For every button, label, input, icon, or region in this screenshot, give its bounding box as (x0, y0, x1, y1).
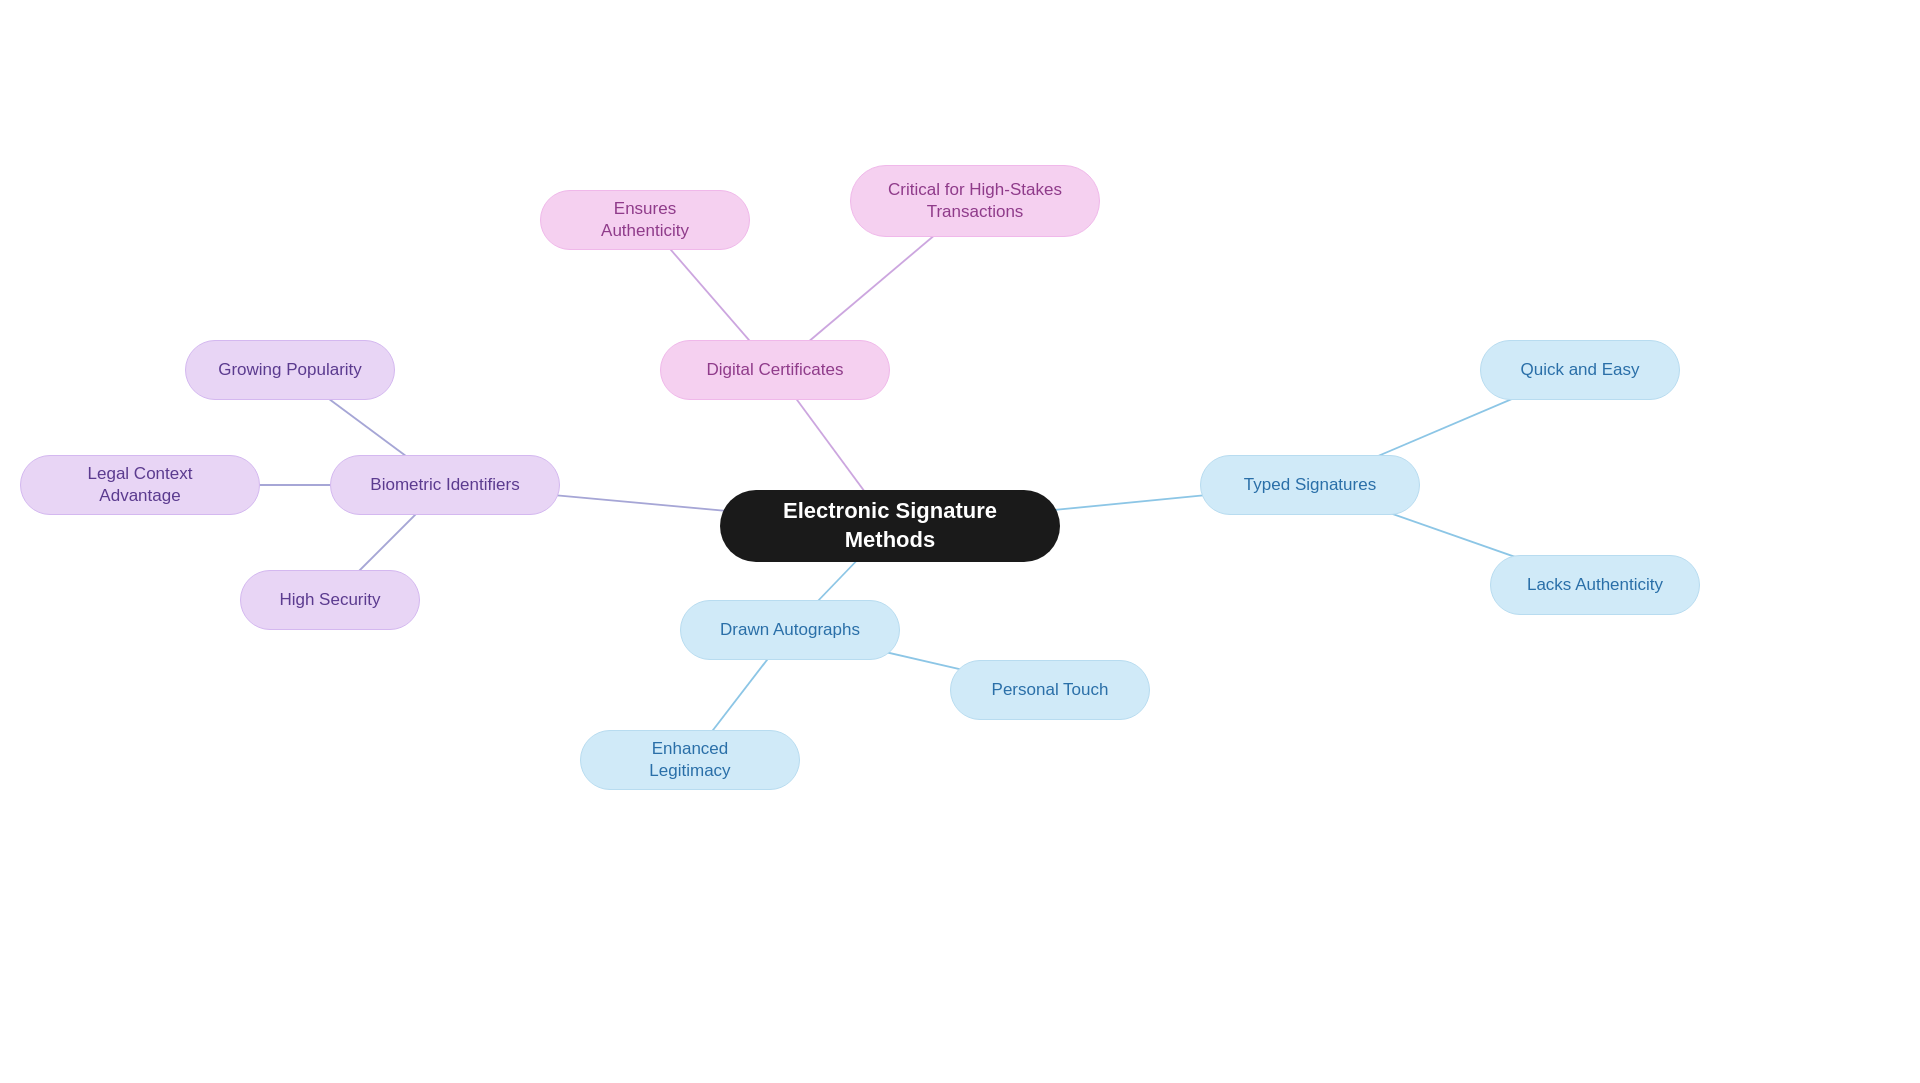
mindmap-node-quick_easy[interactable]: Quick and Easy (1480, 340, 1680, 400)
mindmap-node-personal_touch[interactable]: Personal Touch (950, 660, 1150, 720)
mindmap-node-ensures_authenticity[interactable]: Ensures Authenticity (540, 190, 750, 250)
mindmap-node-critical_transactions[interactable]: Critical for High-Stakes Transactions (850, 165, 1100, 237)
mindmap-node-lacks_authenticity[interactable]: Lacks Authenticity (1490, 555, 1700, 615)
mindmap-node-growing_popularity[interactable]: Growing Popularity (185, 340, 395, 400)
mindmap-node-center[interactable]: Electronic Signature Methods (720, 490, 1060, 562)
mindmap-node-high_security[interactable]: High Security (240, 570, 420, 630)
mindmap-node-biometric_identifiers[interactable]: Biometric Identifiers (330, 455, 560, 515)
mindmap-node-digital_certificates[interactable]: Digital Certificates (660, 340, 890, 400)
mindmap-node-typed_signatures[interactable]: Typed Signatures (1200, 455, 1420, 515)
mindmap-node-enhanced_legitimacy[interactable]: Enhanced Legitimacy (580, 730, 800, 790)
mindmap-node-drawn_autographs[interactable]: Drawn Autographs (680, 600, 900, 660)
mindmap-node-legal_context[interactable]: Legal Context Advantage (20, 455, 260, 515)
